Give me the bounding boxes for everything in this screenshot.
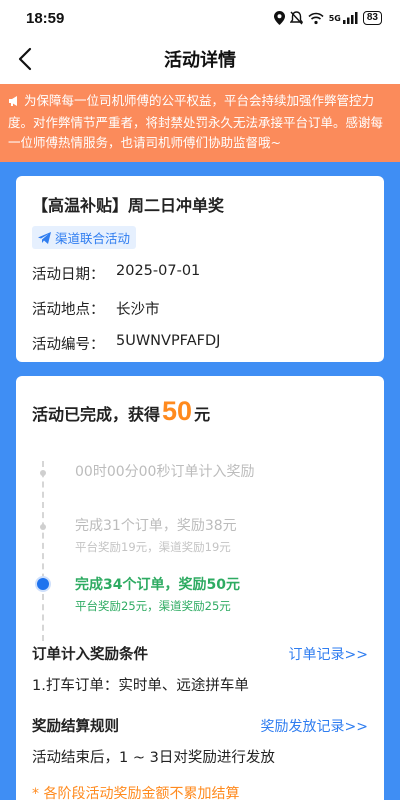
footnote: * 各阶段活动奖励金额不累加结算 (32, 786, 240, 800)
info-value: 2025-07-01 (116, 263, 201, 279)
reward-timeline: 00时00分00秒订单计入奖励 完成31个订单，奖励38元 平台奖励19元，渠道… (32, 453, 368, 643)
timeline-step-text-active: 完成34个订单，奖励50元 (75, 577, 240, 593)
timeline-dot (40, 470, 46, 476)
notice-text: 为保障每一位司机师傅的公平权益，平台会持续加强作弊管控力度。对作弊情节严重者，将… (8, 93, 384, 150)
notice-banner: 为保障每一位司机师傅的公平权益，平台会持续加强作弊管控力度。对作弊情节严重者，将… (0, 84, 400, 162)
completion-prefix: 活动已完成，获得 (32, 405, 161, 424)
activity-tag: 渠道联合活动 (32, 226, 137, 249)
reward-amount: 50 (162, 396, 193, 426)
completion-suffix: 元 (194, 405, 211, 424)
info-row-location: 活动地点： 长沙市 (32, 298, 368, 319)
location-icon (273, 11, 285, 25)
timeline-dot-active (35, 576, 51, 592)
timeline-step-sub-active: 平台奖励25元，渠道奖励25元 (75, 599, 231, 613)
conditions-title: 订单计入奖励条件 (32, 647, 148, 663)
paper-plane-icon (38, 231, 51, 244)
order-records-link[interactable]: 订单记录>> (289, 644, 368, 664)
activity-info-card: 【高温补贴】周二日冲单奖 渠道联合活动 活动日期： 2025-07-01 活动地… (16, 176, 384, 362)
conditions-body: 1.打车订单：实时单、远途拼车单 (32, 678, 249, 694)
nav-bar: 活动详情 (0, 36, 400, 82)
settle-header: 奖励结算规则 奖励发放记录>> (32, 715, 368, 736)
battery-indicator: 83 (362, 11, 382, 25)
status-icons: 5G 83 (273, 11, 382, 25)
chevron-left-icon (18, 47, 32, 71)
network-label: 5G (328, 13, 341, 23)
wifi-icon (308, 12, 324, 24)
status-bar: 18:59 5G 83 (0, 0, 400, 36)
timeline-line (42, 461, 44, 641)
info-row-date: 活动日期： 2025-07-01 (32, 263, 368, 284)
reward-card: 活动已完成，获得 50 元 00时00分00秒订单计入奖励 完成31个订单，奖励… (16, 376, 384, 800)
signal-icon (342, 12, 358, 24)
info-label: 活动地点： (32, 302, 105, 318)
settle-body: 活动结束后，1 ~ 3日对奖励进行发放 (32, 750, 275, 766)
activity-title: 【高温补贴】周二日冲单奖 (32, 196, 225, 215)
settle-title: 奖励结算规则 (32, 719, 119, 735)
info-value: 长沙市 (116, 302, 160, 318)
mute-bell-icon (289, 11, 303, 25)
info-label: 活动编号： (32, 337, 105, 353)
timeline-step-sub: 平台奖励19元，渠道奖励19元 (75, 540, 231, 554)
timeline-dot (40, 524, 46, 530)
info-label: 活动日期： (32, 267, 105, 283)
info-row-id: 活动编号： 5UWNVPFAFDJ (32, 333, 368, 354)
status-time: 18:59 (26, 9, 65, 27)
completion-summary: 活动已完成，获得 50 元 (32, 396, 368, 427)
activity-tag-label: 渠道联合活动 (55, 231, 131, 246)
timeline-step-text: 00时00分00秒订单计入奖励 (75, 464, 255, 480)
conditions-header: 订单计入奖励条件 订单记录>> (32, 643, 368, 664)
page-title: 活动详情 (164, 50, 236, 71)
reward-records-link[interactable]: 奖励发放记录>> (261, 716, 368, 736)
info-value: 5UWNVPFAFDJ (116, 333, 221, 349)
timeline-step-text: 完成31个订单，奖励38元 (75, 518, 237, 534)
megaphone-icon (8, 93, 21, 113)
back-button[interactable] (10, 44, 40, 74)
